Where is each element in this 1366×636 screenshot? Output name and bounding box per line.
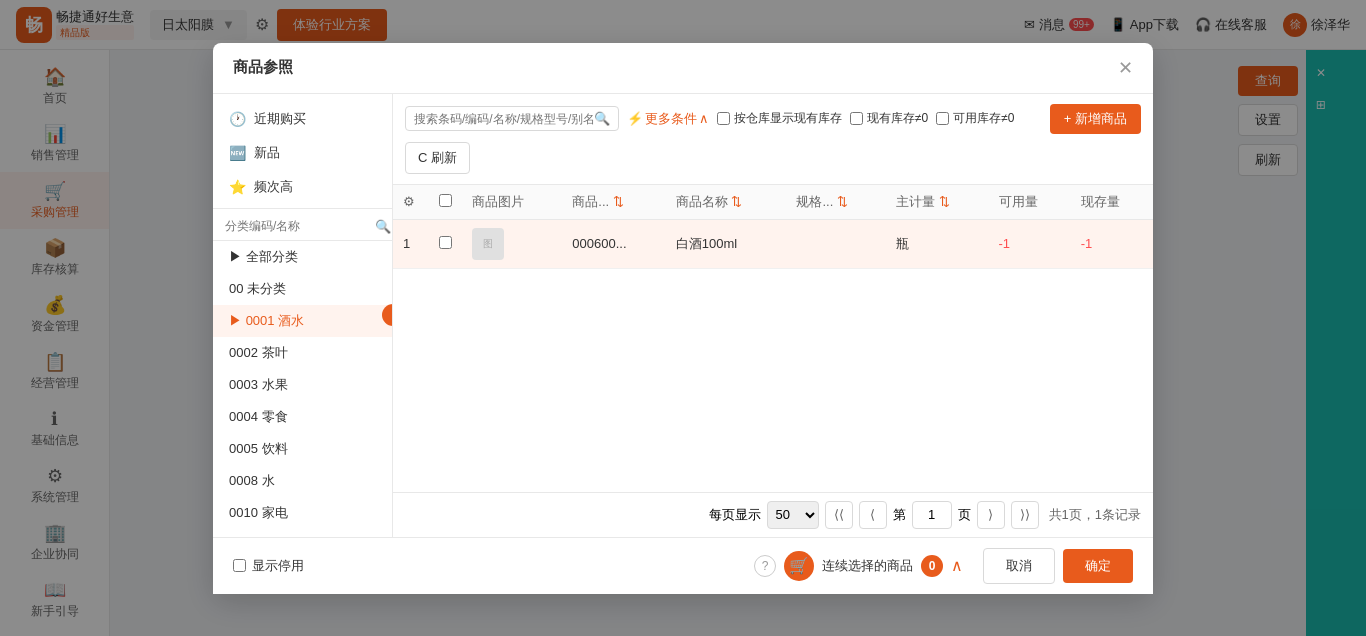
clock-icon: 🕐 (229, 111, 246, 127)
col-checkbox[interactable] (429, 185, 462, 220)
recent-purchase-item[interactable]: 🕐 近期购买 (213, 102, 392, 136)
col-available[interactable]: 可用量 (989, 185, 1071, 220)
check-available[interactable] (850, 112, 863, 125)
modal-title: 商品参照 (233, 58, 293, 77)
row-spec (786, 219, 886, 268)
per-page-label: 每页显示 (709, 506, 761, 524)
product-image: 图 (472, 228, 504, 260)
add-product-button[interactable]: + 新增商品 (1050, 104, 1141, 134)
cat-all[interactable]: ▶ 全部分类 (213, 241, 392, 273)
cat-liquor[interactable]: ▶ 0001 酒水 (213, 305, 392, 337)
first-page-button[interactable]: ⟨⟨ (825, 501, 853, 529)
col-name[interactable]: 商品名称 ⇅ (666, 185, 787, 220)
modal-overlay: 商品参照 ✕ 🕐 近期购买 🆕 新品 ⭐ 频次高 (0, 0, 1366, 636)
modal: 商品参照 ✕ 🕐 近期购买 🆕 新品 ⭐ 频次高 (213, 43, 1153, 594)
product-table: ⚙ 商品图片 商品... ⇅ 商品名称 ⇅ 规格... ⇅ 主计量 ⇅ 可用量 … (393, 185, 1153, 269)
page-number-input[interactable] (912, 501, 952, 529)
product-table-container: ⚙ 商品图片 商品... ⇅ 商品名称 ⇅ 规格... ⇅ 主计量 ⇅ 可用量 … (393, 185, 1153, 492)
check-usable-label[interactable]: 可用库存≠0 (936, 110, 1014, 127)
cat-active-arrow-icon: ▶ (229, 313, 246, 328)
check-usable[interactable] (936, 112, 949, 125)
row-available: -1 (989, 219, 1071, 268)
new-icon: 🆕 (229, 145, 246, 161)
modal-footer: 显示停用 ? 🛒 连续选择的商品 0 ∧ 取消 确定 (213, 537, 1153, 594)
product-search-icon[interactable]: 🔍 (594, 111, 610, 126)
prev-page-button[interactable]: ⟨ (859, 501, 887, 529)
pagination: 每页显示 50 100 200 ⟨⟨ ⟨ 第 页 ⟩ ⟩⟩ 共1页，1条记录 (393, 492, 1153, 537)
cat-fruit[interactable]: 0003 水果 (213, 369, 392, 401)
cart-icon[interactable]: 🛒 (784, 551, 814, 581)
cat-drink[interactable]: 0005 饮料 (213, 433, 392, 465)
star-icon: ⭐ (229, 179, 246, 195)
filter-icon: ⚡ (627, 111, 643, 126)
filter-bar: 🔍 ⚡ 更多条件 ∧ 按仓库显示现有库存 现有库存≠0 (393, 94, 1153, 185)
check-available-label[interactable]: 现有库存≠0 (850, 110, 928, 127)
filter-more-button[interactable]: ⚡ 更多条件 ∧ (627, 110, 709, 128)
frequent-item[interactable]: ⭐ 频次高 (213, 170, 392, 204)
col-code[interactable]: 商品... ⇅ (562, 185, 665, 220)
cart-label: 连续选择的商品 (822, 557, 913, 575)
check-warehouse-label[interactable]: 按仓库显示现有库存 (717, 110, 842, 127)
cart-area: ? 🛒 连续选择的商品 0 ∧ 取消 确定 (754, 548, 1133, 584)
modal-body: 🕐 近期购买 🆕 新品 ⭐ 频次高 《 🔍 (213, 94, 1153, 537)
col-stock: 现存量 (1071, 185, 1153, 220)
left-panel: 🕐 近期购买 🆕 新品 ⭐ 频次高 《 🔍 (213, 94, 393, 537)
help-icon[interactable]: ? (754, 555, 776, 577)
col-spec[interactable]: 规格... ⇅ (786, 185, 886, 220)
cat-unclassified[interactable]: 00 未分类 (213, 273, 392, 305)
row-unit: 瓶 (886, 219, 989, 268)
row-num: 1 (393, 219, 429, 268)
row-name: 白酒100ml (666, 219, 787, 268)
row-checkbox[interactable] (439, 236, 452, 249)
cat-water[interactable]: 0008 水 (213, 465, 392, 497)
product-search-box: 🔍 (405, 106, 619, 131)
next-page-button[interactable]: ⟩ (977, 501, 1005, 529)
cat-tea[interactable]: 0002 茶叶 (213, 337, 392, 369)
product-search-input[interactable] (414, 112, 594, 126)
category-search-input[interactable] (225, 219, 375, 233)
table-header-row: ⚙ 商品图片 商品... ⇅ 商品名称 ⇅ 规格... ⇅ 主计量 ⇅ 可用量 … (393, 185, 1153, 220)
per-page-select[interactable]: 50 100 200 (767, 501, 819, 529)
page-unit-label: 页 (958, 506, 971, 524)
row-img-cell: 图 (462, 219, 562, 268)
category-search: 🔍 (213, 213, 392, 241)
show-disabled-checkbox[interactable] (233, 559, 246, 572)
modal-header: 商品参照 ✕ (213, 43, 1153, 94)
show-disabled-label[interactable]: 显示停用 (233, 557, 304, 575)
cat-arrow-icon: ▶ (229, 249, 242, 264)
select-all-checkbox[interactable] (439, 194, 452, 207)
refresh-table-button[interactable]: C 刷新 (405, 142, 470, 174)
cart-count: 0 (921, 555, 943, 577)
table-row[interactable]: 1 图 000600... 白酒100ml 瓶 -1 -1 (393, 219, 1153, 268)
last-page-button[interactable]: ⟩⟩ (1011, 501, 1039, 529)
col-unit[interactable]: 主计量 ⇅ (886, 185, 989, 220)
check-warehouse[interactable] (717, 112, 730, 125)
row-stock: -1 (1071, 219, 1153, 268)
row-code: 000600... (562, 219, 665, 268)
divider (213, 208, 392, 209)
chevron-up-icon: ∧ (699, 111, 709, 126)
confirm-button[interactable]: 确定 (1063, 549, 1133, 583)
col-img: 商品图片 (462, 185, 562, 220)
total-info: 共1页，1条记录 (1049, 506, 1141, 524)
search-icon[interactable]: 🔍 (375, 219, 391, 234)
collapse-cart-icon[interactable]: ∧ (951, 556, 963, 575)
cat-snack[interactable]: 0004 零食 (213, 401, 392, 433)
cat-appliance[interactable]: 0010 家电 (213, 497, 392, 529)
page-num-label: 第 (893, 506, 906, 524)
right-panel: 🔍 ⚡ 更多条件 ∧ 按仓库显示现有库存 现有库存≠0 (393, 94, 1153, 537)
modal-close-button[interactable]: ✕ (1118, 57, 1133, 79)
cancel-button[interactable]: 取消 (983, 548, 1055, 584)
col-settings[interactable]: ⚙ (393, 185, 429, 220)
row-checkbox-cell[interactable] (429, 219, 462, 268)
new-product-item[interactable]: 🆕 新品 (213, 136, 392, 170)
